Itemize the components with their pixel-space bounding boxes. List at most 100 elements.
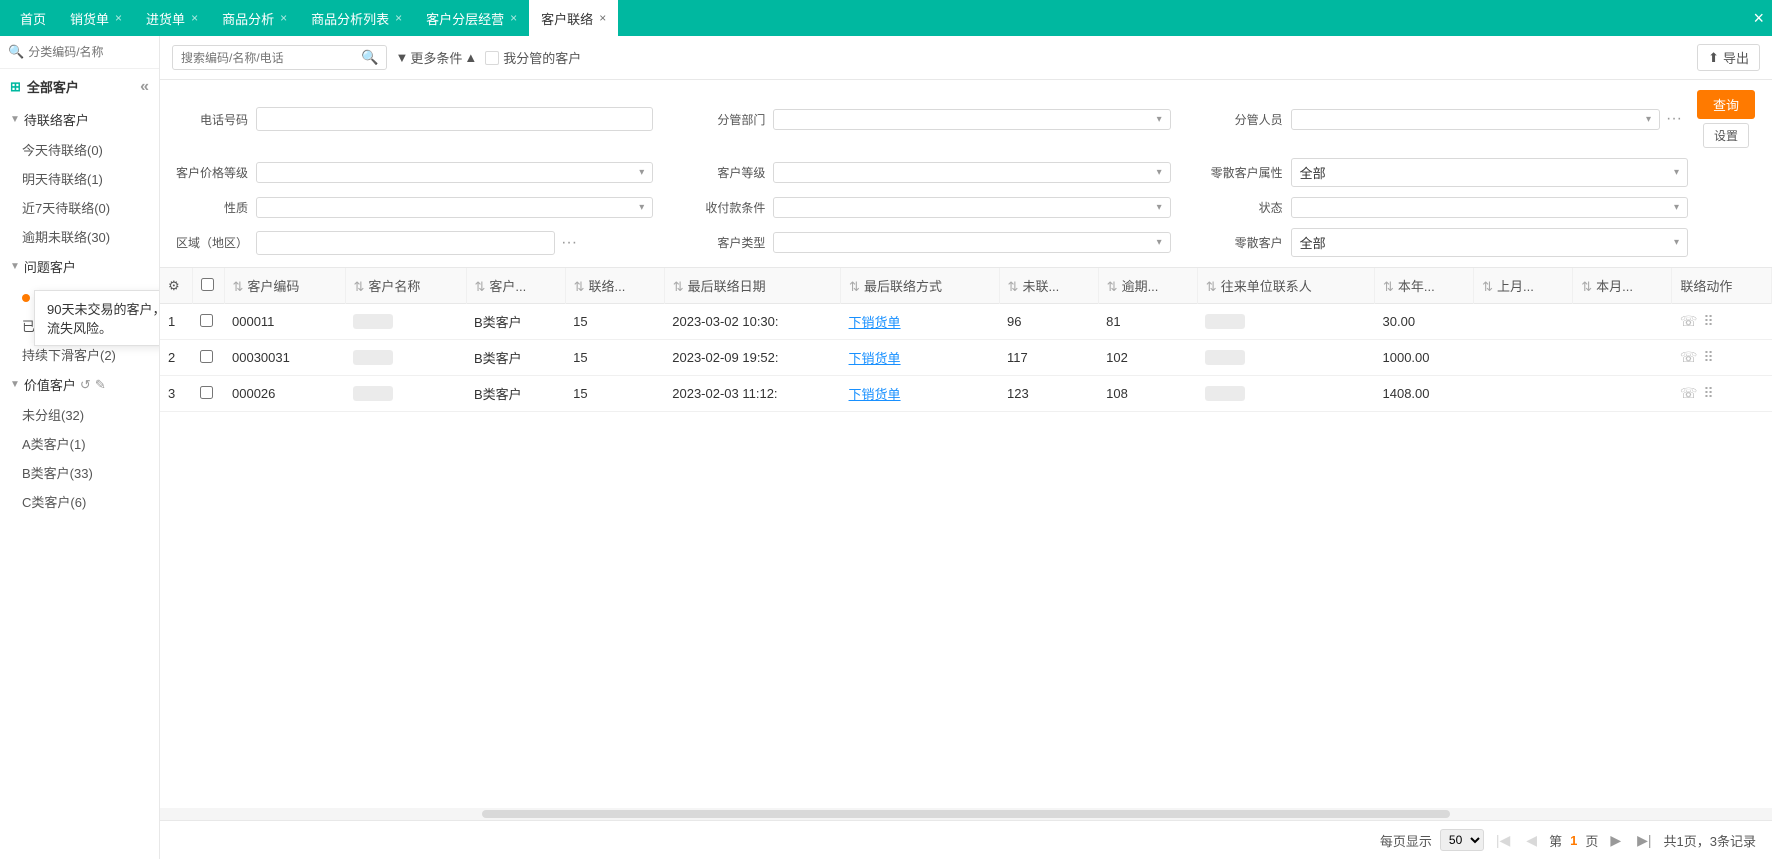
page-next-btn[interactable]: ▶ xyxy=(1606,830,1625,851)
cell-last-contact-method[interactable]: 下销货单 xyxy=(841,376,999,412)
nav-product-analysis-list[interactable]: 商品分析列表 × xyxy=(299,0,414,36)
action-more-icon[interactable]: ⠿ xyxy=(1703,349,1713,366)
page-prev-btn[interactable]: ◀ xyxy=(1522,830,1541,851)
sidebar-item-tomorrow-pending[interactable]: 明天待联络(1) xyxy=(0,164,159,193)
th-type[interactable]: ⇅客户... xyxy=(466,268,565,304)
filter-nature-select[interactable]: ▾ xyxy=(256,197,653,218)
cell-checkbox[interactable] xyxy=(192,304,224,340)
th-this-year[interactable]: ⇅本年... xyxy=(1375,268,1474,304)
filter-manager-select[interactable]: ▾ xyxy=(1291,109,1660,130)
filter-row-2: 客户价格等级 ▾ 客户等级 ▾ 零散客户属性 xyxy=(176,158,1756,187)
filter-dots-2[interactable]: ··· xyxy=(555,234,583,252)
sidebar-item-ungrouped[interactable]: 未分组(32) xyxy=(0,400,159,429)
th-name[interactable]: ⇅客户名称 xyxy=(345,268,466,304)
action-more-icon[interactable]: ⠿ xyxy=(1703,385,1713,402)
nav-product-analysis[interactable]: 商品分析 × xyxy=(210,0,299,36)
my-customers-checkbox[interactable]: 我分管的客户 xyxy=(485,48,581,67)
per-page-select[interactable]: 50 xyxy=(1440,829,1484,851)
sort-dots-icon-11: ⇅ xyxy=(1482,279,1493,294)
row-checkbox[interactable] xyxy=(200,350,213,363)
all-customers-header[interactable]: ⊞ 全部客户 « xyxy=(0,69,159,104)
export-button[interactable]: ⬆ 导出 xyxy=(1697,44,1760,71)
cell-index: 2 xyxy=(160,340,192,376)
filter-customer-type-select[interactable]: ▾ xyxy=(773,232,1170,253)
th-last-month[interactable]: ⇅上月... xyxy=(1474,268,1573,304)
filter-customer-type: 客户类型 ▾ xyxy=(693,232,1170,253)
action-more-icon[interactable]: ⠿ xyxy=(1703,313,1713,330)
filter-dots-1[interactable]: ··· xyxy=(1660,110,1688,128)
row-checkbox[interactable] xyxy=(200,314,213,327)
cell-overdue: 108 xyxy=(1098,376,1197,412)
filter-retail-attr-select[interactable]: 全部 ▾ xyxy=(1291,158,1688,187)
collapse-icon[interactable]: « xyxy=(140,78,149,96)
cell-checkbox[interactable] xyxy=(192,376,224,412)
cell-checkbox[interactable] xyxy=(192,340,224,376)
filter-manager-label: 分管人员 xyxy=(1211,111,1291,128)
nav-customer-contact[interactable]: 客户联络 × xyxy=(529,0,618,36)
filter-region-input[interactable] xyxy=(256,231,555,255)
horizontal-scrollbar[interactable] xyxy=(160,808,1772,820)
filter-status-select[interactable]: ▾ xyxy=(1291,197,1688,218)
cell-last-contact-method[interactable]: 下销货单 xyxy=(841,340,999,376)
filter-retail: 零散客户 全部 ▾ xyxy=(1211,228,1688,257)
nav-sales-order[interactable]: 销货单 × xyxy=(58,0,134,36)
settings-button[interactable]: 设置 xyxy=(1703,123,1749,148)
close-customer-contact[interactable]: × xyxy=(599,11,606,25)
filter-customer-level-select[interactable]: ▾ xyxy=(773,162,1170,183)
th-this-month[interactable]: ⇅本月... xyxy=(1573,268,1672,304)
th-overdue[interactable]: ⇅逾期... xyxy=(1098,268,1197,304)
filter-phone-input[interactable] xyxy=(256,107,653,131)
sidebar-item-7days-pending[interactable]: 近7天待联络(0) xyxy=(0,193,159,222)
filter-retail-attr: 零散客户属性 全部 ▾ xyxy=(1211,158,1688,187)
refresh-icon[interactable]: ↺ xyxy=(80,377,91,393)
close-window-button[interactable]: × xyxy=(1753,8,1764,29)
th-last-contact-date[interactable]: ⇅最后联络日期 xyxy=(664,268,840,304)
sidebar-search-input[interactable] xyxy=(28,45,160,59)
close-product-analysis[interactable]: × xyxy=(280,11,287,25)
th-settings[interactable]: ⚙ xyxy=(160,268,192,304)
select-all-checkbox[interactable] xyxy=(201,278,214,291)
chevron-down-icon-10: ▾ xyxy=(1674,237,1679,248)
filter-retail-select[interactable]: 全部 ▾ xyxy=(1291,228,1688,257)
search-submit-icon[interactable]: 🔍 xyxy=(361,49,378,66)
edit-icon[interactable]: ✎ xyxy=(95,377,106,393)
filter-price-level-select[interactable]: ▾ xyxy=(256,162,653,183)
th-code[interactable]: ⇅客户编码 xyxy=(224,268,345,304)
action-contact-icon[interactable]: ☏ xyxy=(1680,385,1698,402)
action-icons-group: ☏ ⠿ xyxy=(1680,385,1764,402)
filter-payment-select[interactable]: ▾ xyxy=(773,197,1170,218)
close-purchase-order[interactable]: × xyxy=(191,11,198,25)
sidebar-item-class-b[interactable]: B类客户(33) xyxy=(0,458,159,487)
sidebar-item-class-a[interactable]: A类客户(1) xyxy=(0,429,159,458)
action-contact-icon[interactable]: ☏ xyxy=(1680,313,1698,330)
th-contact[interactable]: ⇅联络... xyxy=(565,268,664,304)
filter-price-level: 客户价格等级 ▾ xyxy=(176,162,653,183)
page-first-btn[interactable]: |◀ xyxy=(1492,830,1514,851)
th-contact-person[interactable]: ⇅往来单位联系人 xyxy=(1197,268,1374,304)
th-checkbox[interactable] xyxy=(192,268,224,304)
nav-customer-segmentation[interactable]: 客户分层经营 × xyxy=(414,0,529,36)
action-contact-icon[interactable]: ☏ xyxy=(1680,349,1698,366)
nav-home[interactable]: 首页 xyxy=(8,0,58,36)
sidebar-group-problem[interactable]: ▼ 问题客户 xyxy=(0,251,159,282)
query-button[interactable]: 查询 xyxy=(1697,90,1755,119)
th-uncontacted[interactable]: ⇅未联... xyxy=(999,268,1098,304)
nav-purchase-order[interactable]: 进货单 × xyxy=(134,0,210,36)
sidebar-group-value[interactable]: ▼ 价值客户 ↺ ✎ xyxy=(0,369,159,400)
sidebar-group-pending[interactable]: ▼ 待联络客户 xyxy=(0,104,159,135)
search-input[interactable] xyxy=(181,51,361,65)
cell-last-contact-date: 2023-02-09 19:52: xyxy=(664,340,840,376)
close-sales-order[interactable]: × xyxy=(115,11,122,25)
close-customer-segmentation[interactable]: × xyxy=(510,11,517,25)
sidebar-item-overdue-pending[interactable]: 逾期未联络(30) xyxy=(0,222,159,251)
cell-last-contact-method[interactable]: 下销货单 xyxy=(841,304,999,340)
row-checkbox[interactable] xyxy=(200,386,213,399)
filter-dept-select[interactable]: ▾ xyxy=(773,109,1170,130)
more-conditions-button[interactable]: ▼ 更多条件 ▲ xyxy=(395,48,477,67)
close-product-analysis-list[interactable]: × xyxy=(395,11,402,25)
th-last-contact-method[interactable]: ⇅最后联络方式 xyxy=(841,268,999,304)
sidebar-item-class-c[interactable]: C类客户(6) xyxy=(0,487,159,516)
chevron-down-icon-6: ▾ xyxy=(639,202,644,213)
sidebar-item-today-pending[interactable]: 今天待联络(0) xyxy=(0,135,159,164)
page-last-btn[interactable]: ▶| xyxy=(1633,830,1655,851)
